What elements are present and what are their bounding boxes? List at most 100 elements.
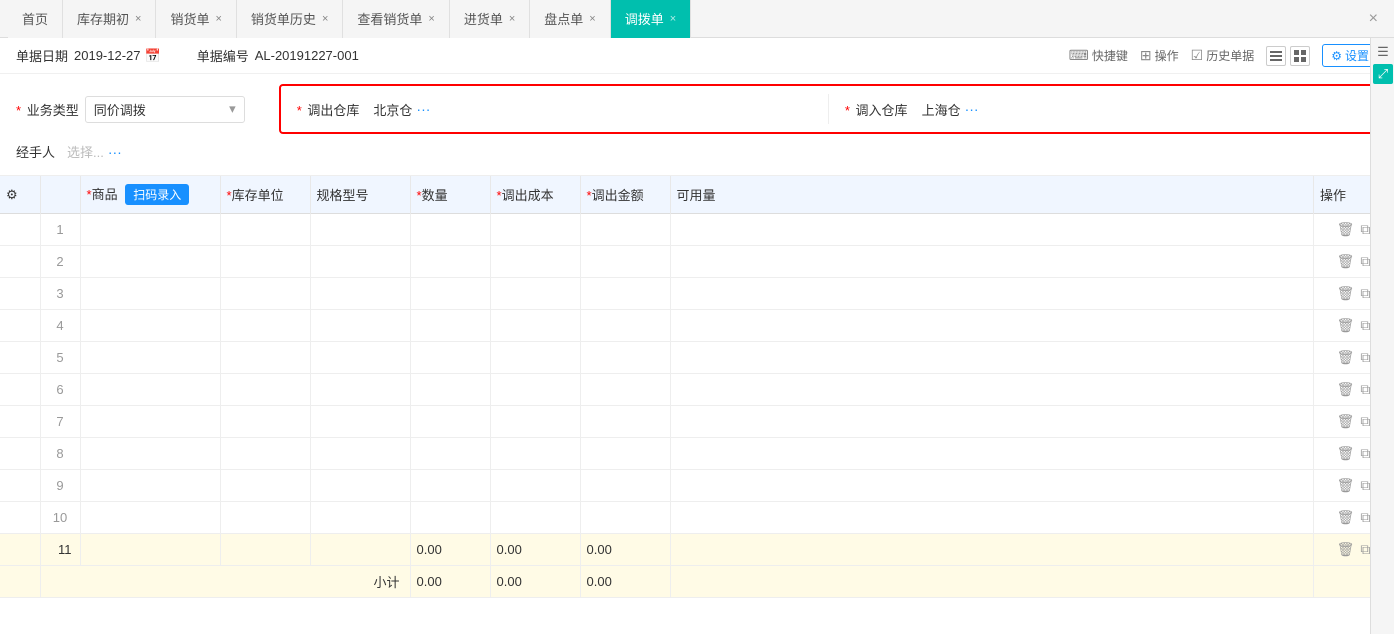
row-cost-cell[interactable] [490,502,580,534]
warehouse-in-value[interactable]: 上海仓 [922,100,961,119]
row-product-cell[interactable] [80,374,220,406]
copy-icon[interactable]: ⧉ [1360,541,1370,558]
row-unit-cell[interactable] [220,310,310,342]
row-qty-cell[interactable] [410,502,490,534]
delete-icon[interactable]: 🗑 [1337,509,1355,526]
close-tab-purchase-order[interactable]: × [509,13,515,25]
copy-icon[interactable]: ⧉ [1360,477,1370,494]
row-qty-cell[interactable] [410,310,490,342]
delete-icon[interactable]: 🗑 [1337,541,1355,558]
row-amount-cell[interactable] [580,502,670,534]
row-available-cell[interactable] [670,406,1314,438]
row-unit-cell[interactable] [220,278,310,310]
delete-icon[interactable]: 🗑 [1337,477,1355,494]
row-product-cell[interactable] [80,342,220,374]
row-cost-cell[interactable] [490,278,580,310]
row-available-cell[interactable] [670,502,1314,534]
delete-icon[interactable]: 🗑 [1337,253,1355,270]
row-available-cell[interactable] [670,214,1314,246]
row-amount-cell[interactable] [580,342,670,374]
copy-icon[interactable]: ⧉ [1360,381,1370,398]
shortcut-tool[interactable]: ⌨ 快捷键 [1069,47,1128,64]
calendar-icon[interactable]: 📅 [145,48,161,64]
row-product-cell[interactable] [80,278,220,310]
agent-selector[interactable]: 选择... [67,142,104,161]
row-product-cell[interactable] [80,470,220,502]
row-amount-cell[interactable] [580,374,670,406]
row-unit-cell[interactable] [220,342,310,374]
delete-icon[interactable]: 🗑 [1337,349,1355,366]
row-available-cell[interactable] [670,342,1314,374]
row-amount-cell[interactable] [580,310,670,342]
row-qty-cell[interactable] [410,438,490,470]
row-product-cell[interactable] [80,502,220,534]
row-cost-cell[interactable] [490,406,580,438]
row-product-cell[interactable] [80,246,220,278]
close-tab-transfer-order[interactable]: × [670,13,676,25]
row-cost-cell[interactable] [490,470,580,502]
row-spec-cell[interactable] [310,502,410,534]
agent-more-icon[interactable]: ··· [108,144,122,160]
row-amount-cell[interactable] [580,278,670,310]
row-spec-cell[interactable] [310,374,410,406]
row-cost-cell[interactable] [490,342,580,374]
row-qty-cell[interactable] [410,470,490,502]
row-cost-cell[interactable] [490,214,580,246]
row-available-cell[interactable] [670,374,1314,406]
row-spec-cell[interactable] [310,438,410,470]
tab-transfer-order[interactable]: 调拨单 × [611,0,691,38]
business-type-dropdown[interactable]: 同价调拨 ▾ [85,96,245,123]
row-available-cell[interactable] [670,438,1314,470]
delete-icon[interactable]: 🗑 [1337,413,1355,430]
row-available-cell[interactable] [670,470,1314,502]
tab-sales-history[interactable]: 销货单历史 × [237,0,343,38]
row-cost-cell[interactable] [490,438,580,470]
row-unit-cell[interactable] [220,502,310,534]
row-qty-cell[interactable] [410,278,490,310]
row-qty-cell[interactable] [410,214,490,246]
row-spec-cell[interactable] [310,342,410,374]
row-available-cell[interactable] [670,278,1314,310]
delete-icon[interactable]: 🗑 [1337,381,1355,398]
copy-icon[interactable]: ⧉ [1360,413,1370,430]
tab-inventory-init[interactable]: 库存期初 × [63,0,156,38]
scan-entry-button[interactable]: 扫码录入 [125,184,189,205]
tab-sales-order[interactable]: 销货单 × [156,0,236,38]
row-product-cell[interactable] [80,310,220,342]
tab-home[interactable]: 首页 [8,0,63,38]
right-panel-expand-icon[interactable]: ⤢ [1373,64,1393,84]
copy-icon[interactable]: ⧉ [1360,317,1370,334]
row-spec-cell[interactable] [310,214,410,246]
copy-icon[interactable]: ⧉ [1360,445,1370,462]
row-spec-cell[interactable] [310,278,410,310]
close-tab-inventory-count[interactable]: × [589,13,595,25]
row-amount-cell[interactable] [580,406,670,438]
row-unit-cell[interactable] [220,406,310,438]
row-qty-cell[interactable] [410,342,490,374]
copy-icon[interactable]: ⧉ [1360,509,1370,526]
row-unit-cell[interactable] [220,214,310,246]
row-cost-cell[interactable] [490,310,580,342]
delete-icon[interactable]: 🗑 [1337,285,1355,302]
col-settings-header[interactable]: ⚙ [0,176,40,214]
row-qty-cell[interactable] [410,246,490,278]
layout-toggle-grid[interactable] [1290,46,1310,66]
row-amount-cell[interactable] [580,246,670,278]
history-tool[interactable]: ☑ 历史单据 [1191,47,1255,64]
row-cost-cell[interactable] [490,374,580,406]
tab-purchase-order[interactable]: 进货单 × [450,0,530,38]
tab-inventory-count[interactable]: 盘点单 × [530,0,610,38]
row-unit-cell[interactable] [220,374,310,406]
tab-view-sales[interactable]: 查看销货单 × [343,0,449,38]
row-spec-cell[interactable] [310,246,410,278]
row-cost-cell[interactable] [490,246,580,278]
row-amount-cell[interactable] [580,470,670,502]
row-product-cell[interactable] [80,214,220,246]
warehouse-in-more-icon[interactable]: ··· [965,101,979,117]
window-close-button[interactable]: × [1361,10,1386,28]
row-unit-cell[interactable] [220,470,310,502]
close-tab-inventory-init[interactable]: × [135,13,141,25]
row-spec-cell[interactable] [310,310,410,342]
row-unit-cell[interactable] [220,246,310,278]
row-unit-cell[interactable] [220,438,310,470]
